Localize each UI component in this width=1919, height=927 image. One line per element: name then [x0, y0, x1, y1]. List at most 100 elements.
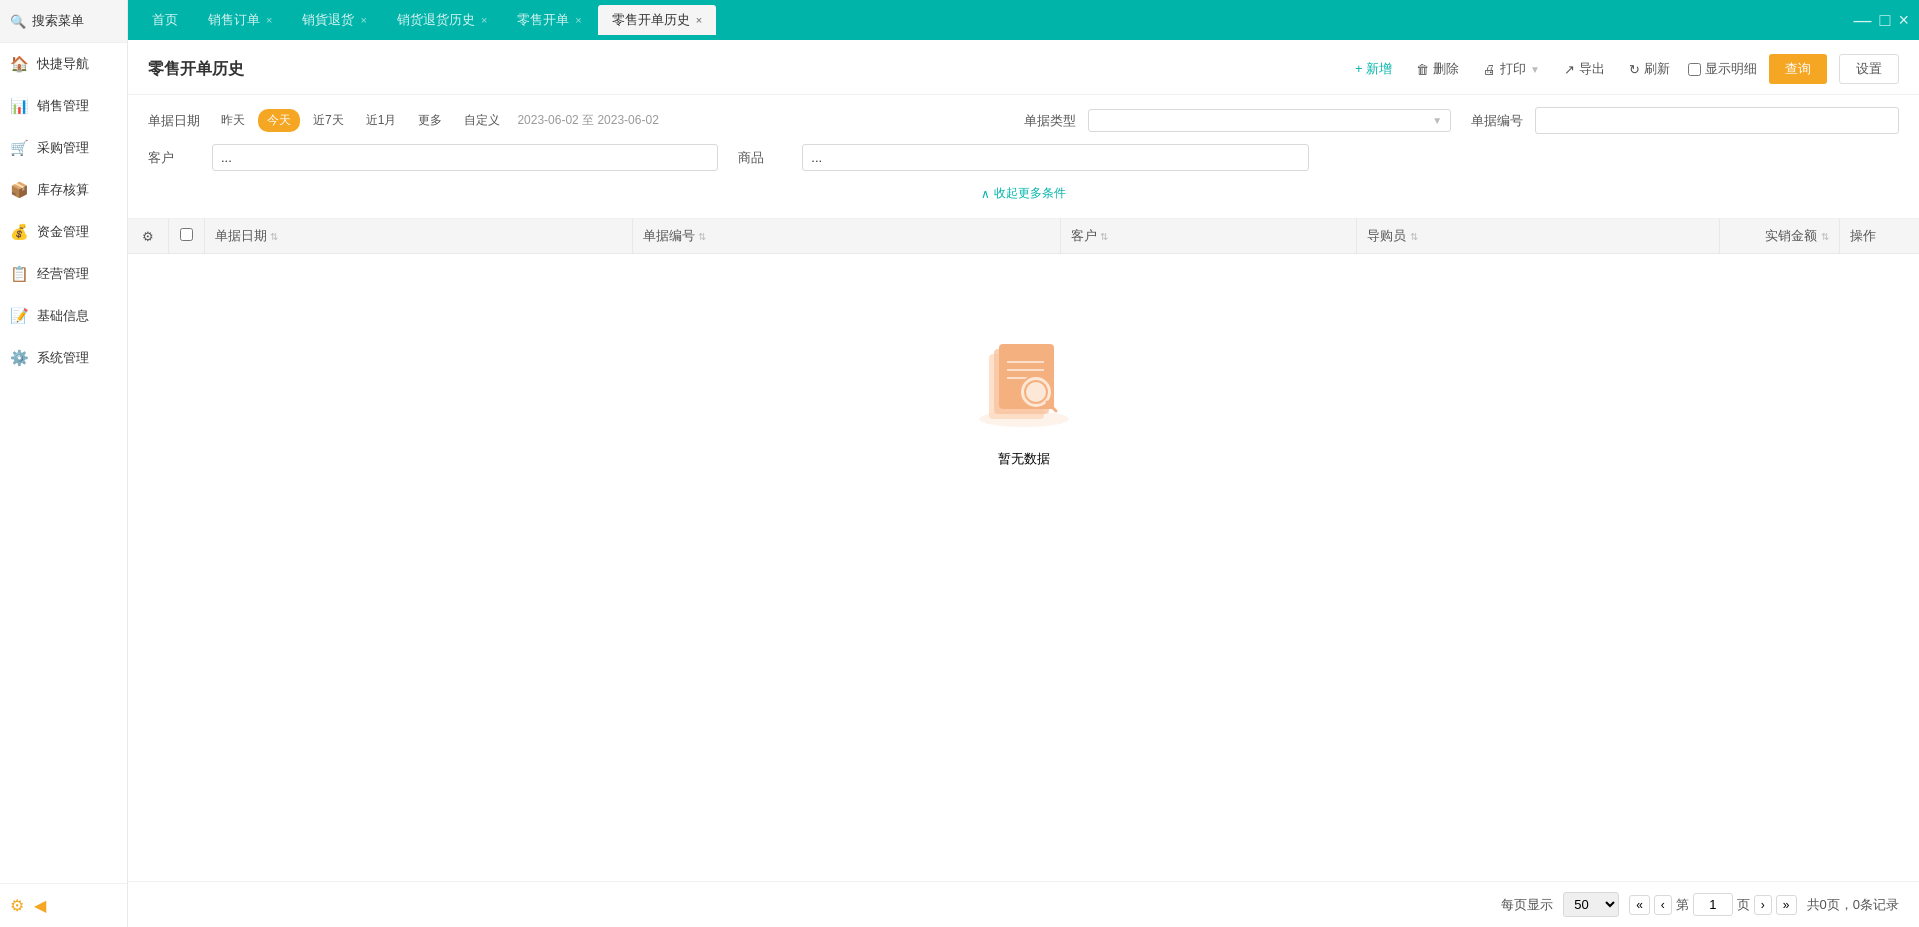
- document-icon: 📝: [10, 307, 29, 325]
- tab-retail-history-close[interactable]: ×: [696, 14, 702, 26]
- export-icon: ↗: [1564, 62, 1575, 77]
- refresh-icon: ↻: [1629, 62, 1640, 77]
- page-unit: 页: [1737, 896, 1750, 914]
- window-min-btn[interactable]: —: [1854, 10, 1872, 31]
- tab-home-label: 首页: [152, 11, 178, 29]
- date-custom-btn[interactable]: 自定义: [455, 108, 509, 133]
- th-action-label: 操作: [1850, 228, 1876, 243]
- window-close-btn[interactable]: ×: [1898, 10, 1909, 31]
- tab-sales-return-history[interactable]: 销货退货历史 ×: [383, 5, 501, 35]
- collapse-button[interactable]: ∧ 收起更多条件: [148, 181, 1899, 206]
- empty-icon: [964, 334, 1084, 434]
- filter-number: 单据编号: [1471, 107, 1899, 134]
- tab-sales-return-close[interactable]: ×: [360, 14, 366, 26]
- sidebar-item-basic-info[interactable]: 📝 基础信息: [0, 295, 127, 337]
- print-button[interactable]: 🖨 打印 ▼: [1477, 56, 1546, 82]
- th-settings[interactable]: ⚙: [128, 219, 168, 254]
- settings-icon: ⚙: [142, 229, 154, 244]
- sidebar-item-system[interactable]: ⚙️ 系统管理: [0, 337, 127, 379]
- settings-button[interactable]: 设置: [1839, 54, 1899, 84]
- th-date[interactable]: 单据日期 ⇅: [204, 219, 632, 254]
- tab-home[interactable]: 首页: [138, 5, 192, 35]
- next-page-btn[interactable]: ›: [1754, 895, 1772, 915]
- tab-sales-order-close[interactable]: ×: [266, 14, 272, 26]
- date-range-text: 2023-06-02 至 2023-06-02: [517, 112, 658, 129]
- th-customer[interactable]: 客户 ⇅: [1060, 219, 1357, 254]
- date-quick-buttons: 昨天 今天 近7天 近1月 更多 自定义: [212, 108, 509, 133]
- toolbar: + 新增 🗑 删除 🖨 打印 ▼ ↗ 导出 ↻ 刷新: [1349, 54, 1899, 84]
- date-filter-label: 单据日期: [148, 112, 204, 130]
- trash-icon: 🗑: [1416, 62, 1429, 77]
- date-1month-btn[interactable]: 近1月: [357, 108, 406, 133]
- date-7days-btn[interactable]: 近7天: [304, 108, 353, 133]
- delete-label: 删除: [1433, 60, 1459, 78]
- filter-customer: 客户 ...: [148, 144, 718, 171]
- content: 零售开单历史 + 新增 🗑 删除 🖨 打印 ▼ ↗ 导出 ↻: [128, 40, 1919, 927]
- date-yesterday-btn[interactable]: 昨天: [212, 108, 254, 133]
- select-all-checkbox[interactable]: [180, 228, 193, 241]
- page-title: 零售开单历史: [148, 59, 244, 80]
- date-more-btn[interactable]: 更多: [409, 108, 451, 133]
- customer-filter-label: 客户: [148, 149, 204, 167]
- box-icon: 📦: [10, 181, 29, 199]
- tab-sales-return-history-close[interactable]: ×: [481, 14, 487, 26]
- type-select[interactable]: ▼: [1088, 109, 1452, 132]
- sidebar-item-sales-mgmt[interactable]: 📊 销售管理: [0, 85, 127, 127]
- tab-sales-order[interactable]: 销售订单 ×: [194, 5, 286, 35]
- tab-sales-return[interactable]: 销貨退货 ×: [288, 5, 380, 35]
- th-action: 操作: [1839, 219, 1919, 254]
- sidebar-collapse-icon[interactable]: ◀: [34, 896, 46, 915]
- customer-select[interactable]: ...: [212, 144, 718, 171]
- print-icon: 🖨: [1483, 62, 1496, 77]
- tab-retail-open[interactable]: 零售开单 ×: [503, 5, 595, 35]
- sidebar-nav: 🏠 快捷导航 📊 销售管理 🛒 采购管理 📦 库存核算 💰 资金管理 📋 经营管…: [0, 43, 127, 883]
- number-input[interactable]: [1535, 107, 1899, 134]
- sidebar-item-label: 快捷导航: [37, 55, 89, 73]
- export-button[interactable]: ↗ 导出: [1558, 56, 1611, 82]
- date-today-btn[interactable]: 今天: [258, 109, 300, 132]
- sidebar-item-operations[interactable]: 📋 经营管理: [0, 253, 127, 295]
- th-amount[interactable]: 实销金额 ⇅: [1719, 219, 1839, 254]
- window-max-btn[interactable]: □: [1880, 10, 1891, 31]
- new-button[interactable]: + 新增: [1349, 56, 1398, 82]
- prev-page-btn[interactable]: ‹: [1654, 895, 1672, 915]
- per-page-select[interactable]: 50 20 100: [1563, 892, 1619, 917]
- sidebar-item-finance[interactable]: 💰 资金管理: [0, 211, 127, 253]
- show-detail-checkbox-wrap[interactable]: 显示明细: [1688, 60, 1757, 78]
- sidebar-item-inventory[interactable]: 📦 库存核算: [0, 169, 127, 211]
- tab-retail-open-close[interactable]: ×: [575, 14, 581, 26]
- tabbar: 首页 销售订单 × 销貨退货 × 销货退货历史 × 零售开单 × 零售开单历史 …: [128, 0, 1919, 40]
- th-number[interactable]: 单据编号 ⇅: [632, 219, 1060, 254]
- th-amount-label: 实销金额: [1765, 228, 1817, 243]
- table-header-row: ⚙ 单据日期 ⇅ 单据编号 ⇅: [128, 219, 1919, 254]
- sidebar-search[interactable]: 🔍 搜索菜单: [0, 0, 127, 43]
- money-icon: 💰: [10, 223, 29, 241]
- sidebar-item-label: 基础信息: [37, 307, 89, 325]
- sidebar-settings-icon[interactable]: ⚙: [10, 896, 24, 915]
- show-detail-checkbox[interactable]: [1688, 63, 1701, 76]
- main-area: 首页 销售订单 × 销貨退货 × 销货退货历史 × 零售开单 × 零售开单历史 …: [128, 0, 1919, 927]
- collapse-label: 收起更多条件: [994, 185, 1066, 202]
- delete-button[interactable]: 🗑 删除: [1410, 56, 1465, 82]
- goods-filter-label: 商品: [738, 149, 794, 167]
- tab-retail-open-label: 零售开单: [517, 11, 569, 29]
- sidebar-item-quick-nav[interactable]: 🏠 快捷导航: [0, 43, 127, 85]
- type-dropdown-arrow: ▼: [1432, 115, 1442, 126]
- tab-retail-history-label: 零售开单历史: [612, 11, 690, 29]
- first-page-btn[interactable]: «: [1629, 895, 1650, 915]
- filter-date: 单据日期 昨天 今天 近7天 近1月 更多 自定义 2023-06-02 至 2…: [148, 108, 1004, 133]
- th-check[interactable]: [168, 219, 204, 254]
- sidebar-item-purchase-mgmt[interactable]: 🛒 采购管理: [0, 127, 127, 169]
- page-input[interactable]: [1693, 893, 1733, 916]
- query-button[interactable]: 查询: [1769, 54, 1827, 84]
- goods-select[interactable]: ...: [802, 144, 1308, 171]
- customer-select-value: ...: [221, 150, 232, 165]
- th-customer-label: 客户: [1071, 228, 1097, 243]
- th-guide[interactable]: 导购员 ⇅: [1357, 219, 1719, 254]
- last-page-btn[interactable]: »: [1776, 895, 1797, 915]
- number-filter-label: 单据编号: [1471, 112, 1527, 130]
- filter-row-1: 单据日期 昨天 今天 近7天 近1月 更多 自定义 2023-06-02 至 2…: [148, 107, 1899, 134]
- print-label: 打印: [1500, 60, 1526, 78]
- tab-retail-history[interactable]: 零售开单历史 ×: [598, 5, 716, 35]
- refresh-button[interactable]: ↻ 刷新: [1623, 56, 1676, 82]
